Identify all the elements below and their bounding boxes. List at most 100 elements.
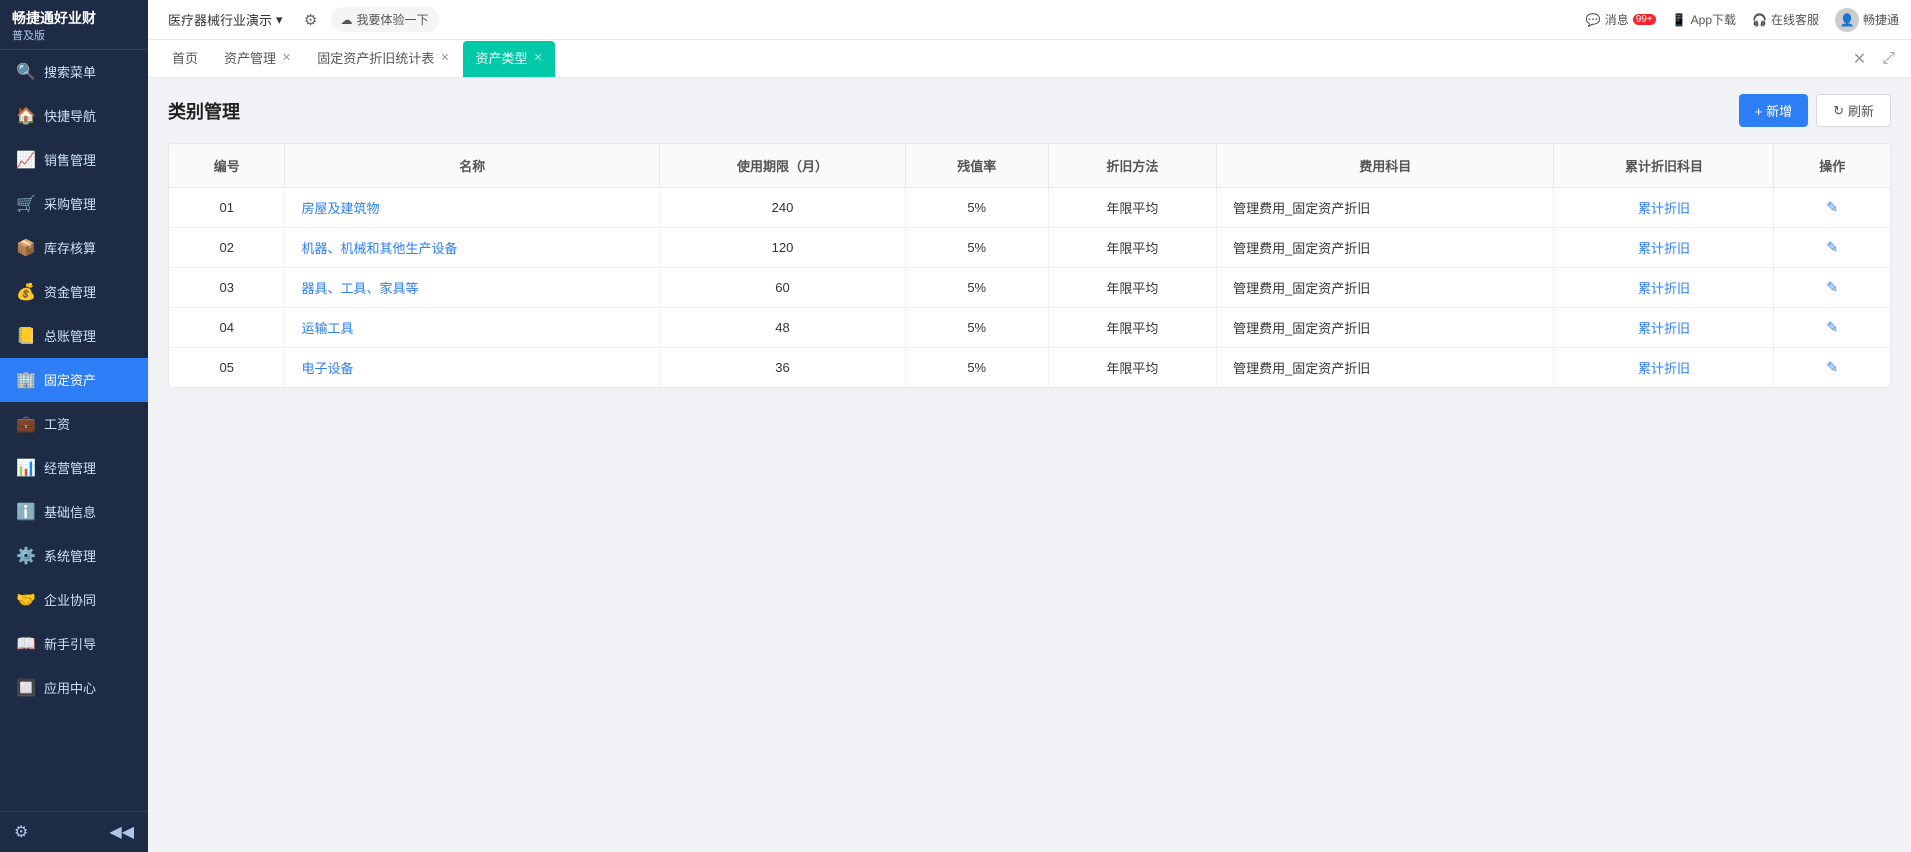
sidebar-item-guide[interactable]: 📖新手引导 [0,622,148,666]
online-service-btn[interactable]: 🎧 在线客服 [1752,11,1819,28]
cell-cumulative-3[interactable]: 累计折旧 [1554,308,1774,348]
cell-period-1: 120 [660,228,906,268]
sidebar-item-ledger[interactable]: 📒总账管理 [0,314,148,358]
refresh-btn[interactable]: ↻ 刷新 [1816,94,1891,127]
ledger-icon: 📒 [16,326,34,346]
sidebar-item-salary[interactable]: 💼工资 [0,402,148,446]
fixedassets-icon: 🏢 [16,370,34,390]
sidebar-item-basicinfo[interactable]: ℹ️基础信息 [0,490,148,534]
sidebar-item-sysmanage[interactable]: ⚙️ 系统管理 [0,534,148,578]
category-table: 编号名称使用期限（月）残值率折旧方法费用科目累计折旧科目操作 01房屋及建筑物2… [169,144,1890,387]
sidebar-item-inventory[interactable]: 📦 库存核算 [0,226,148,270]
edit-btn-2[interactable]: ✎ [1826,279,1838,295]
table-header: 编号名称使用期限（月）残值率折旧方法费用科目累计折旧科目操作 [169,144,1890,188]
avatar: 👤 [1835,8,1859,32]
cell-edit-1[interactable]: ✎ [1774,228,1890,268]
edit-btn-4[interactable]: ✎ [1826,359,1838,375]
cell-edit-2[interactable]: ✎ [1774,268,1890,308]
username: 畅捷通 [1863,11,1899,28]
table-row: 04运输工具485%年限平均管理费用_固定资产折旧累计折旧✎ [169,308,1890,348]
main-area: 医疗器械行业演示 ▾ ⚙ ☁ 我要体验一下 💬 消息 99+ 📱 App下载 🎧… [148,0,1911,852]
tab-fixed-depreciation[interactable]: 固定资产折旧统计表✕ [305,41,461,77]
cell-cumulative-0[interactable]: 累计折旧 [1554,188,1774,228]
tab-close-assets-mgmt[interactable]: ✕ [282,51,291,64]
inventory-icon: 📦 [16,238,34,258]
notification-badge: 99+ [1633,14,1656,25]
topbar-left: 医疗器械行业演示 ▾ ⚙ ☁ 我要体验一下 [160,6,1578,34]
table-container: 编号名称使用期限（月）残值率折旧方法费用科目累计折旧科目操作 01房屋及建筑物2… [168,143,1891,388]
refresh-label: 刷新 [1848,101,1874,120]
sales-icon: 📈 [16,150,34,170]
notifications-btn[interactable]: 💬 消息 99+ [1586,11,1656,28]
user-profile[interactable]: 👤 畅捷通 [1835,8,1899,32]
cell-period-0: 240 [660,188,906,228]
cell-edit-0[interactable]: ✎ [1774,188,1890,228]
tab-assets-mgmt[interactable]: 资产管理✕ [212,41,303,77]
cell-period-4: 36 [660,348,906,388]
tab-close-fixed-depreciation[interactable]: ✕ [440,51,449,64]
sidebar-item-coopration[interactable]: 🤝企业协同 [0,578,148,622]
collapse-icon[interactable]: ◀◀ [109,822,134,842]
cell-method-1: 年限平均 [1048,228,1216,268]
sidebar-label-fixedassets: 固定资产 [44,370,96,389]
tab-home[interactable]: 首页 [160,41,210,77]
notification-label: 消息 [1605,11,1629,28]
cell-code-1: 02 [169,228,285,268]
cell-name-4[interactable]: 电子设备 [285,348,660,388]
cell-cumulative-2[interactable]: 累计折旧 [1554,268,1774,308]
experience-btn[interactable]: ☁ 我要体验一下 [331,7,439,32]
sidebar-item-purchase[interactable]: 🛒采购管理 [0,182,148,226]
purchase-icon: 🛒 [16,194,34,214]
app-download-btn[interactable]: 📱 App下载 [1672,11,1736,28]
table-row: 05电子设备365%年限平均管理费用_固定资产折旧累计折旧✎ [169,348,1890,388]
sidebar-item-fixedassets[interactable]: 🏢 固定资产 [0,358,148,402]
sidebar-item-search[interactable]: 🔍搜索菜单 [0,50,148,94]
cell-code-4: 05 [169,348,285,388]
sidebar-label-appcenter: 应用中心 [44,678,96,697]
cell-edit-4[interactable]: ✎ [1774,348,1890,388]
cell-residual-2: 5% [905,268,1048,308]
sidebar-label-inventory: 库存核算 [44,238,96,257]
appcenter-icon: 🔲 [16,678,34,698]
tab-asset-type[interactable]: 资产类型✕ [463,41,554,77]
sidebar-item-quicknav[interactable]: 🏠快捷导航 [0,94,148,138]
cell-method-2: 年限平均 [1048,268,1216,308]
tabs-right: ✕ ⤢ [1849,47,1899,71]
edit-btn-1[interactable]: ✎ [1826,239,1838,255]
close-tab-icon[interactable]: ✕ [1849,47,1870,71]
col-cumulative: 累计折旧科目 [1554,144,1774,188]
expand-icon[interactable]: ⤢ [1878,48,1899,70]
edit-btn-3[interactable]: ✎ [1826,319,1838,335]
cell-name-0[interactable]: 房屋及建筑物 [285,188,660,228]
new-btn[interactable]: + 新增 [1739,94,1808,127]
topbar-settings-btn[interactable]: ⚙ [297,6,325,34]
cell-method-3: 年限平均 [1048,308,1216,348]
settings-icon[interactable]: ⚙ [14,822,28,842]
sidebar-item-operations[interactable]: 📊经营管理 [0,446,148,490]
cell-name-1[interactable]: 机器、机械和其他生产设备 [285,228,660,268]
edit-btn-0[interactable]: ✎ [1826,199,1838,215]
col-period: 使用期限（月） [660,144,906,188]
tab-close-asset-type[interactable]: ✕ [534,51,543,64]
cell-cumulative-1[interactable]: 累计折旧 [1554,228,1774,268]
guide-icon: 📖 [16,634,34,654]
sidebar-label-sysmanage: 系统管理 [44,546,96,565]
cell-name-2[interactable]: 器具、工具、家具等 [285,268,660,308]
cell-residual-0: 5% [905,188,1048,228]
quicknav-icon: 🏠 [16,106,34,126]
experience-label: 我要体验一下 [357,11,429,28]
sidebar-label-coopration: 企业协同 [44,590,96,609]
cell-edit-3[interactable]: ✎ [1774,308,1890,348]
operations-icon: 📊 [16,458,34,478]
cell-name-3[interactable]: 运输工具 [285,308,660,348]
logo-sub: 普及版 [12,27,136,43]
sidebar-item-appcenter[interactable]: 🔲 应用中心 [0,666,148,710]
sidebar-item-sales[interactable]: 📈销售管理 [0,138,148,182]
cell-cumulative-4[interactable]: 累计折旧 [1554,348,1774,388]
online-service-label: 在线客服 [1771,11,1819,28]
company-selector[interactable]: 医疗器械行业演示 ▾ [160,6,291,33]
sysmanage-icon: ⚙️ [16,546,34,566]
cloud-icon: ☁ [341,13,353,27]
sidebar-item-funds[interactable]: 💰资金管理 [0,270,148,314]
company-name: 医疗器械行业演示 [168,10,272,29]
